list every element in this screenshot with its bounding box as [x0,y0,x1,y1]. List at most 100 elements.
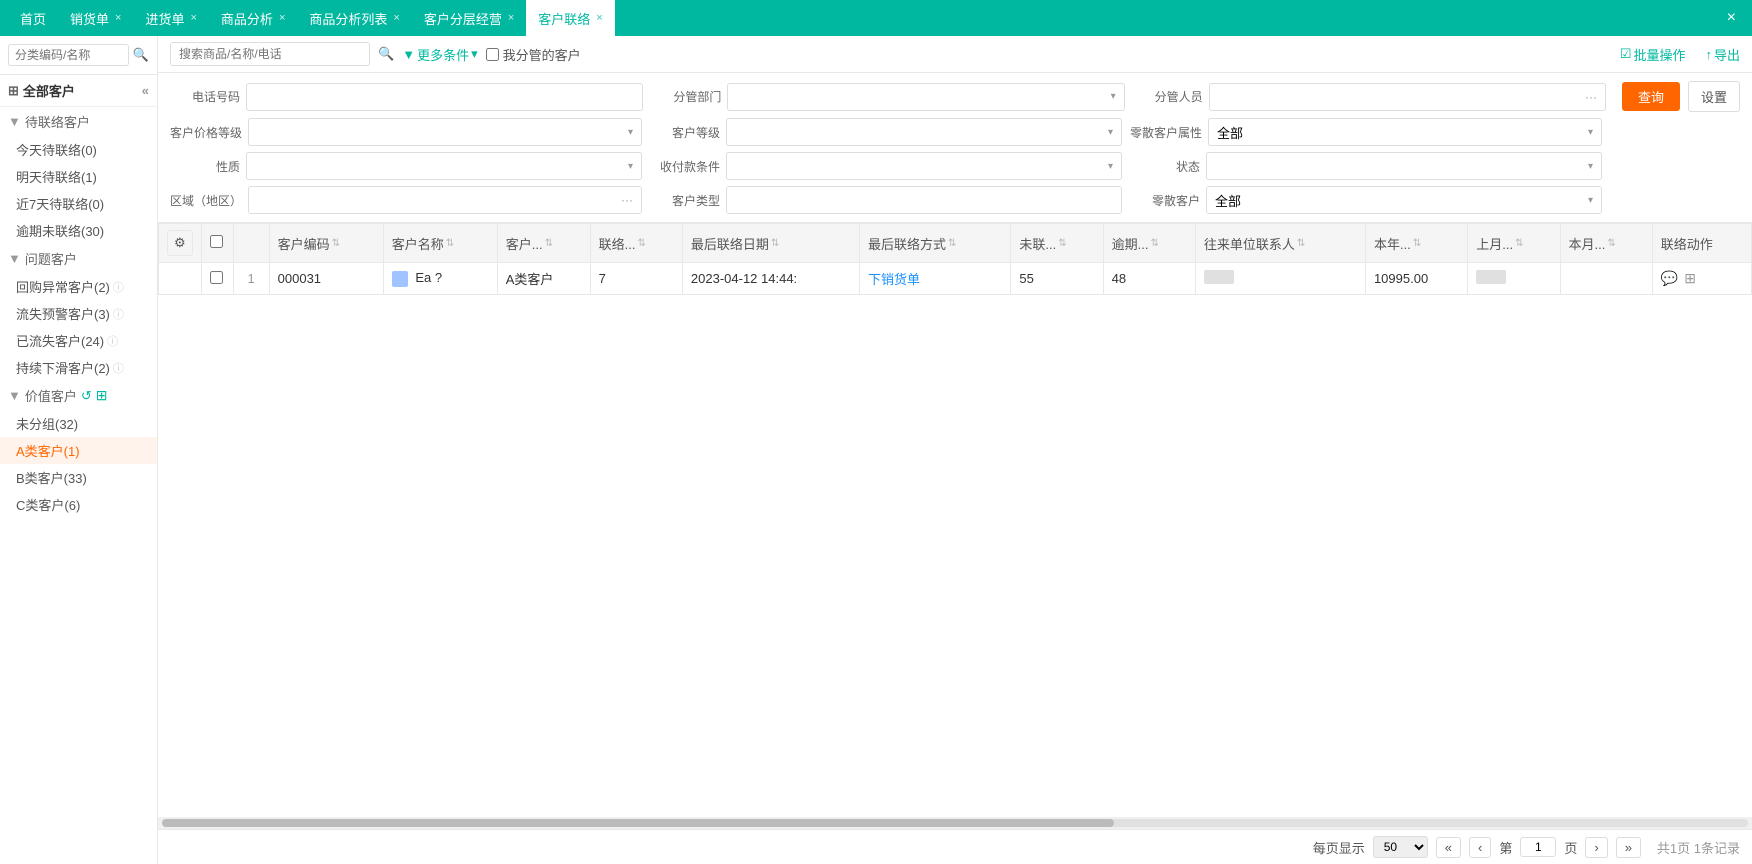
sidebar-all-customers-header[interactable]: ⊞ 全部客户 « [0,75,157,107]
nav-home[interactable]: 首页 [8,0,58,36]
customer-grade-input[interactable]: ▾ [726,118,1122,146]
price-grade-chevron-icon: ▾ [628,127,633,138]
col-last-date-sort-icon[interactable]: ⇅ [771,238,779,249]
action-qr-icon[interactable]: ⊞ [1684,270,1696,287]
col-name-sort-icon[interactable]: ⇅ [446,238,454,249]
select-all-checkbox[interactable] [210,235,223,248]
row-checkbox[interactable] [210,271,223,284]
payment-input[interactable]: ▾ [726,152,1122,180]
nav-customer-contact[interactable]: 客户联络 × [526,0,614,36]
sidebar-item-class-b[interactable]: B类客户(33) [0,464,157,491]
my-customers-checkbox-label[interactable]: 我分管的客户 [486,45,581,64]
sidebar-item-overdue-contact[interactable]: 逾期未联络(30) [0,217,157,244]
customer-name-suffix: ? [435,270,442,285]
filter-more-btn[interactable]: ▼ 更多条件 ▾ [402,45,477,64]
sidebar-search-input[interactable] [8,44,129,66]
nature-label: 性质 [170,158,240,175]
col-overdue-sort-icon[interactable]: ⇅ [1150,238,1158,249]
filter-price-grade: 客户价格等级 ▾ [170,118,642,146]
col-last-method-sort-icon[interactable]: ⇅ [948,238,956,249]
nav-sales-close[interactable]: × [115,12,121,24]
retail-customer-input[interactable]: 全部 ▾ [1206,186,1602,214]
filter-search-input[interactable] [170,42,370,66]
status-input[interactable]: ▾ [1206,152,1602,180]
batch-ops-btn[interactable]: ☑ 批量操作 [1620,45,1686,64]
action-chat-icon[interactable]: 💬 [1661,270,1678,287]
sidebar-item-ungrouped[interactable]: 未分组(32) [0,410,157,437]
last-page-btn[interactable]: » [1616,837,1641,858]
col-code-label: 客户编码 [278,234,330,253]
sidebar-item-declining[interactable]: 持续下滑客户(2) ⓘ [0,354,157,381]
settings-btn[interactable]: 设置 [1688,81,1740,112]
export-btn[interactable]: ↑ 导出 [1705,45,1740,64]
next-page-btn[interactable]: › [1585,837,1607,858]
customer-type-input[interactable] [726,186,1122,214]
col-name-label: 客户名称 [392,234,444,253]
nav-sales[interactable]: 销货单 × [58,0,133,36]
region-input[interactable]: ··· [248,186,642,214]
customer-name-text: Ea [415,270,431,285]
nav-product-list[interactable]: 商品分析列表 × [297,0,411,36]
nav-customer-seg[interactable]: 客户分层经营 × [412,0,526,36]
phone-input[interactable] [246,83,643,111]
retail-attr-input[interactable]: 全部 ▾ [1208,118,1602,146]
sidebar-collapse-btn[interactable]: « [142,83,149,98]
query-btn[interactable]: 查询 [1622,82,1680,111]
sidebar-item-tomorrow-pending[interactable]: 明天待联络(1) [0,163,157,190]
page-input[interactable] [1520,837,1556,857]
nav-product-analysis[interactable]: 商品分析 × [209,0,297,36]
value-add-icon[interactable]: ⊞ [96,387,108,404]
table-gear-btn[interactable]: ⚙ [167,230,193,256]
col-this-year-sort-icon[interactable]: ⇅ [1413,238,1421,249]
col-last-method-label: 最后联络方式 [868,234,946,253]
global-close-btn[interactable]: × [1719,9,1744,27]
sidebar-group-pending[interactable]: ▼ 待联络客户 [0,107,157,136]
col-unit-contact-sort-icon[interactable]: ⇅ [1297,238,1305,249]
sidebar-item-7day-pending[interactable]: 近7天待联络(0) [0,190,157,217]
page-size-select[interactable]: 50 100 [1373,836,1428,858]
filter-row-2: 客户价格等级 ▾ 客户等级 ▾ 零散客户属性 [170,118,1740,146]
nav-purchase[interactable]: 进货单 × [133,0,208,36]
filter-search-btn[interactable]: 🔍 [378,46,394,62]
dept-input[interactable]: ▾ [727,83,1124,111]
col-contact-sort-icon[interactable]: ⇅ [637,238,645,249]
filter-more-chevron: ▾ [471,46,478,62]
sidebar-item-class-c[interactable]: C类客户(6) [0,491,157,518]
nav-customer-contact-close[interactable]: × [596,12,602,24]
my-customers-checkbox[interactable] [486,48,499,61]
table-container: ⚙ 客户编码 ⇅ [158,223,1752,817]
col-this-month-sort-icon[interactable]: ⇅ [1607,238,1615,249]
sidebar-item-abnormal[interactable]: 回购异常客户(2) ⓘ [0,273,157,300]
nav-customer-seg-label: 客户分层经营 [424,9,502,28]
cell-last-method: 下销货单 [859,263,1010,295]
col-last-month-sort-icon[interactable]: ⇅ [1515,238,1523,249]
sidebar-group-value[interactable]: ▼ 价值客户 ↺ ⊞ [0,381,157,410]
col-this-year-label: 本年... [1374,234,1411,253]
scrollbar-track[interactable] [162,819,1748,827]
sidebar-item-churned[interactable]: 已流失客户(24) ⓘ [0,327,157,354]
col-type-sort-icon[interactable]: ⇅ [545,238,553,249]
scrollbar-thumb[interactable] [162,819,1114,827]
price-grade-input[interactable]: ▾ [248,118,642,146]
col-last-method: 最后联络方式 ⇅ [859,224,1010,263]
nature-input[interactable]: ▾ [246,152,642,180]
nav-product-list-close[interactable]: × [393,12,399,24]
sidebar-item-churn-warning[interactable]: 流失预警客户(3) ⓘ [0,300,157,327]
last-month-placeholder [1476,270,1506,284]
sidebar-group-problem[interactable]: ▼ 问题客户 [0,244,157,273]
abnormal-label: 回购异常客户(2) [16,277,110,296]
prev-page-btn[interactable]: ‹ [1469,837,1491,858]
sidebar-search-icon[interactable]: 🔍 [133,47,149,63]
nav-product-analysis-close[interactable]: × [279,12,285,24]
nav-purchase-close[interactable]: × [190,12,196,24]
sidebar-item-today-pending[interactable]: 今天待联络(0) [0,136,157,163]
col-code-sort-icon[interactable]: ⇅ [332,238,340,249]
sidebar-item-class-a[interactable]: A类客户(1) [0,437,157,464]
export-label: 导出 [1714,45,1740,64]
person-input[interactable]: ··· [1209,83,1606,111]
col-no-contact-sort-icon[interactable]: ⇅ [1058,238,1066,249]
value-refresh-icon[interactable]: ↺ [81,388,92,404]
nav-customer-seg-close[interactable]: × [508,12,514,24]
last-method-link[interactable]: 下销货单 [868,272,920,287]
first-page-btn[interactable]: « [1436,837,1461,858]
